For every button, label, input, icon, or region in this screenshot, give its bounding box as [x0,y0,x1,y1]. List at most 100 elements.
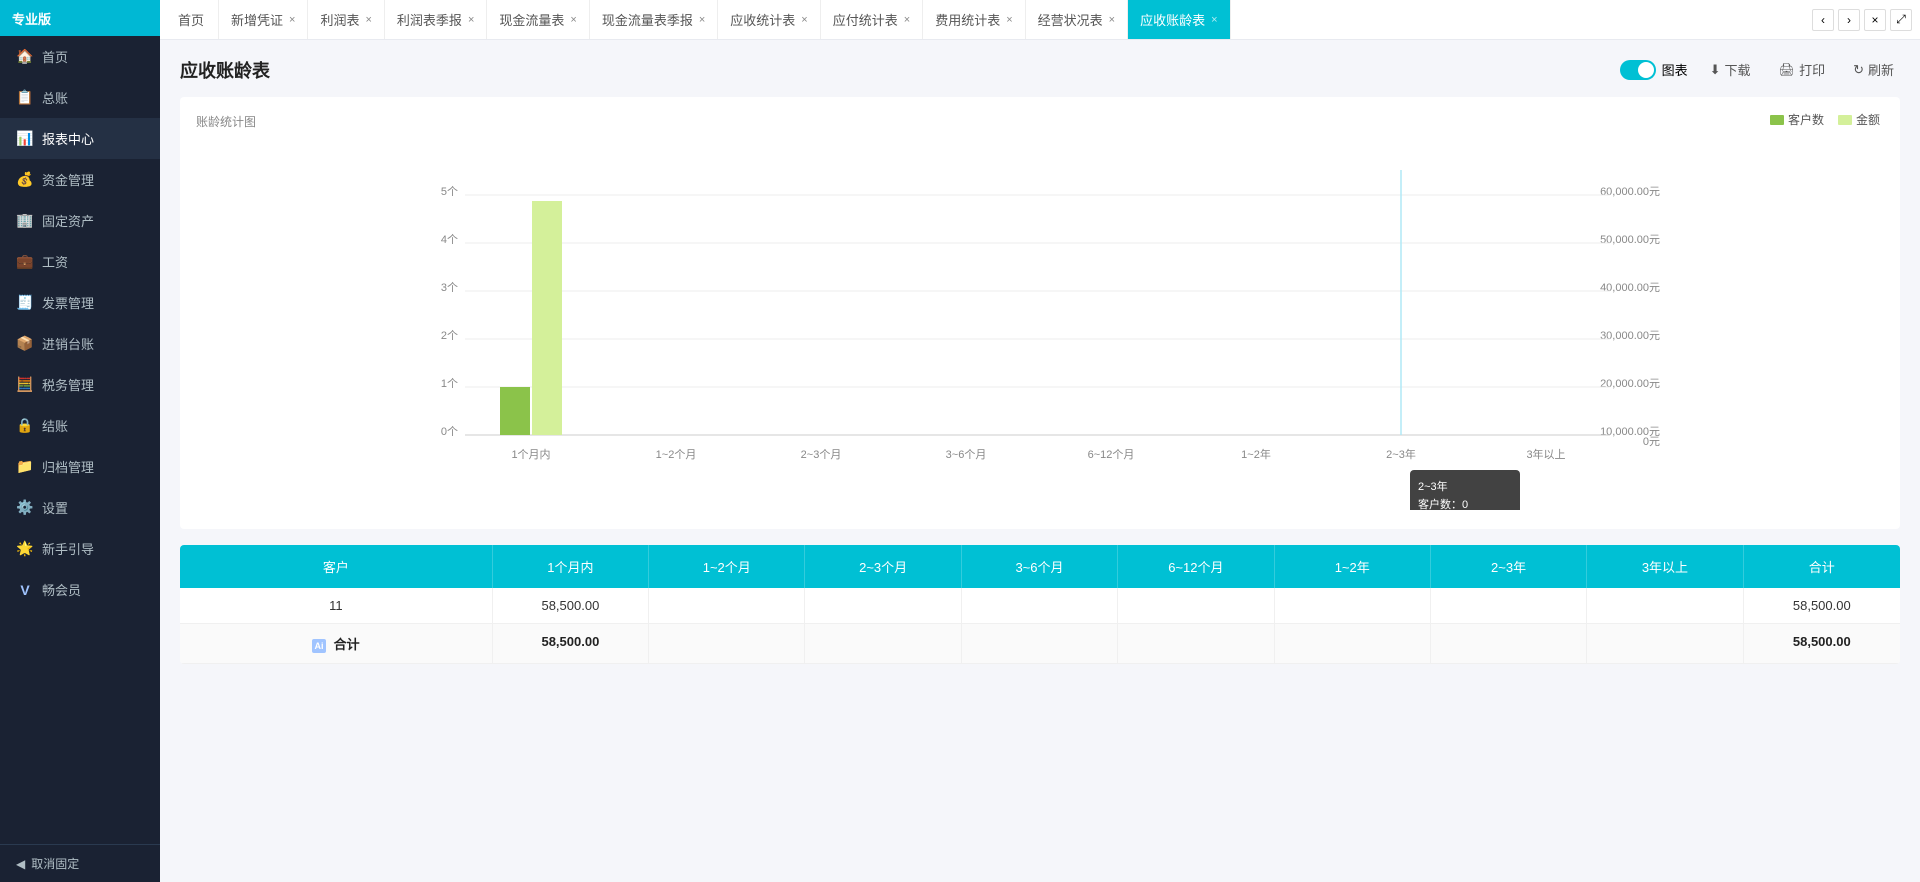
download-button[interactable]: ⬇ 下载 [1704,56,1757,83]
svg-text:3个: 3个 [441,281,458,294]
refresh-icon: ↻ [1853,62,1864,78]
settings-icon: ⚙️ [16,499,34,516]
tabs-bar: 首页 新增凭证 × 利润表 × 利润表季报 × 现金流量表 × 现金流量表季报 … [160,0,1920,40]
tooltip-customer: 客户数：0 [1418,497,1468,510]
col-y23: 2~3年 [1431,545,1587,588]
sidebar-item-assets[interactable]: 🏢 固定资产 [0,200,160,241]
legend-amount: 金额 [1838,111,1880,128]
tab-close-all-button[interactable]: × [1864,9,1886,31]
sidebar-label-invoice: 发票管理 [42,293,94,312]
table-total-row: Ai 合计 58,500.00 58,500.00 [180,624,1900,664]
legend-customer-color [1770,115,1784,125]
chart-svg-wrapper: 5个 4个 3个 2个 1个 0个 60,000.00元 50,000.00元 … [196,140,1884,513]
download-icon: ⬇ [1710,62,1721,78]
legend-amount-color [1838,115,1852,125]
sidebar-item-funds[interactable]: 💰 资金管理 [0,159,160,200]
tab-aging-label: 应收账龄表 [1140,10,1205,29]
svg-text:3年以上: 3年以上 [1526,447,1565,461]
invoice-icon: 🧾 [16,294,34,311]
svg-text:20,000.00元: 20,000.00元 [1600,378,1660,390]
sidebar-item-invoice[interactable]: 🧾 发票管理 [0,282,160,323]
tab-recv-stat-close[interactable]: × [801,14,807,26]
sidebar-item-settings[interactable]: ⚙️ 设置 [0,487,160,528]
total-m23 [805,624,961,663]
svg-text:1个月内: 1个月内 [511,447,550,461]
total-m12 [649,624,805,663]
sidebar-label-tax: 税务管理 [42,375,94,394]
tab-profit-q-label: 利润表季报 [397,10,462,29]
row-y3plus [1587,588,1743,623]
bar-amount-0 [532,201,562,435]
tab-prev-button[interactable]: ‹ [1812,9,1834,31]
sidebar-label-home: 首页 [42,47,68,66]
row-y23 [1431,588,1587,623]
tab-voucher-label: 新增凭证 [231,10,283,29]
tab-cashflow-q-label: 现金流量表季报 [602,10,693,29]
total-total: 58,500.00 [1744,624,1900,663]
tab-cashflow-label: 现金流量表 [499,10,564,29]
sidebar-item-archive[interactable]: 📁 归档管理 [0,446,160,487]
sidebar-item-salary[interactable]: 💼 工资 [0,241,160,282]
tab-profit[interactable]: 利润表 × [308,0,384,40]
tab-profit-q[interactable]: 利润表季报 × [385,0,487,40]
home-icon: 🏠 [16,48,34,65]
sidebar-label-funds: 资金管理 [42,170,94,189]
svg-text:2~3年: 2~3年 [1386,447,1416,461]
sidebar-collapse[interactable]: ◀ 取消固定 [0,844,160,882]
tab-profit-q-close[interactable]: × [468,14,474,26]
tab-cashflow-q-close[interactable]: × [699,14,705,26]
tab-maximize-button[interactable]: ⤢ [1890,9,1912,31]
legend-customer-count: 客户数 [1770,111,1824,128]
tab-home[interactable]: 首页 [164,0,219,40]
sidebar-item-tax[interactable]: 🧮 税务管理 [0,364,160,405]
print-button[interactable]: 🖨 打印 [1773,56,1832,83]
ledger-icon: 📋 [16,89,34,106]
chevron-left-icon: ◀ [16,857,25,871]
col-m12: 1~2个月 [649,545,805,588]
chart-title: 账龄统计图 [196,113,1884,130]
tab-expense-stat[interactable]: 费用统计表 × [923,0,1025,40]
sidebar-item-reports[interactable]: 📊 报表中心 [0,118,160,159]
tab-next-button[interactable]: › [1838,9,1860,31]
tab-recv-stat[interactable]: 应收统计表 × [718,0,820,40]
tab-pay-stat-close[interactable]: × [904,14,910,26]
assets-icon: 🏢 [16,212,34,229]
total-icon: Ai [312,639,326,653]
sidebar-item-guide[interactable]: 🌟 新手引导 [0,528,160,569]
row-total: 58,500.00 [1744,588,1900,623]
app-logo: 专业版 [0,0,160,36]
chart-toggle[interactable] [1620,60,1656,80]
sidebar-item-ledger[interactable]: 📋 总账 [0,77,160,118]
sidebar-item-purchase[interactable]: 📦 进销台账 [0,323,160,364]
svg-text:6~12个月: 6~12个月 [1088,448,1135,461]
tab-aging-close[interactable]: × [1211,14,1217,26]
tab-cashflow-close[interactable]: × [570,14,576,26]
svg-text:50,000.00元: 50,000.00元 [1600,234,1660,246]
tab-cashflow[interactable]: 现金流量表 × [487,0,589,40]
download-label: 下载 [1725,60,1751,79]
sidebar-item-home[interactable]: 🏠 首页 [0,36,160,77]
tab-voucher-close[interactable]: × [289,14,295,26]
archive-icon: 📁 [16,458,34,475]
svg-text:1个: 1个 [441,377,458,390]
tab-recv-stat-label: 应收统计表 [730,10,795,29]
data-table: 客户 1个月内 1~2个月 2~3个月 3~6个月 6~12个月 1~2年 2~… [180,545,1900,664]
tab-biz-stat[interactable]: 经营状况表 × [1026,0,1128,40]
bar-customer-0 [500,387,530,435]
tab-expense-stat-close[interactable]: × [1006,14,1012,26]
tab-voucher[interactable]: 新增凭证 × [219,0,308,40]
refresh-button[interactable]: ↻ 刷新 [1847,56,1900,83]
sidebar-item-closing[interactable]: 🔒 结账 [0,405,160,446]
tab-biz-stat-close[interactable]: × [1109,14,1115,26]
refresh-label: 刷新 [1868,60,1894,79]
col-y3plus: 3年以上 [1587,545,1743,588]
tab-cashflow-q[interactable]: 现金流量表季报 × [590,0,718,40]
total-m1: 58,500.00 [493,624,649,663]
tab-profit-label: 利润表 [320,10,359,29]
tab-aging[interactable]: 应收账龄表 × [1128,0,1230,40]
tab-profit-close[interactable]: × [365,14,371,26]
reports-icon: 📊 [16,130,34,147]
sidebar-item-vip[interactable]: V 畅会员 [0,569,160,610]
table-header: 客户 1个月内 1~2个月 2~3个月 3~6个月 6~12个月 1~2年 2~… [180,545,1900,588]
tab-pay-stat[interactable]: 应付统计表 × [821,0,923,40]
